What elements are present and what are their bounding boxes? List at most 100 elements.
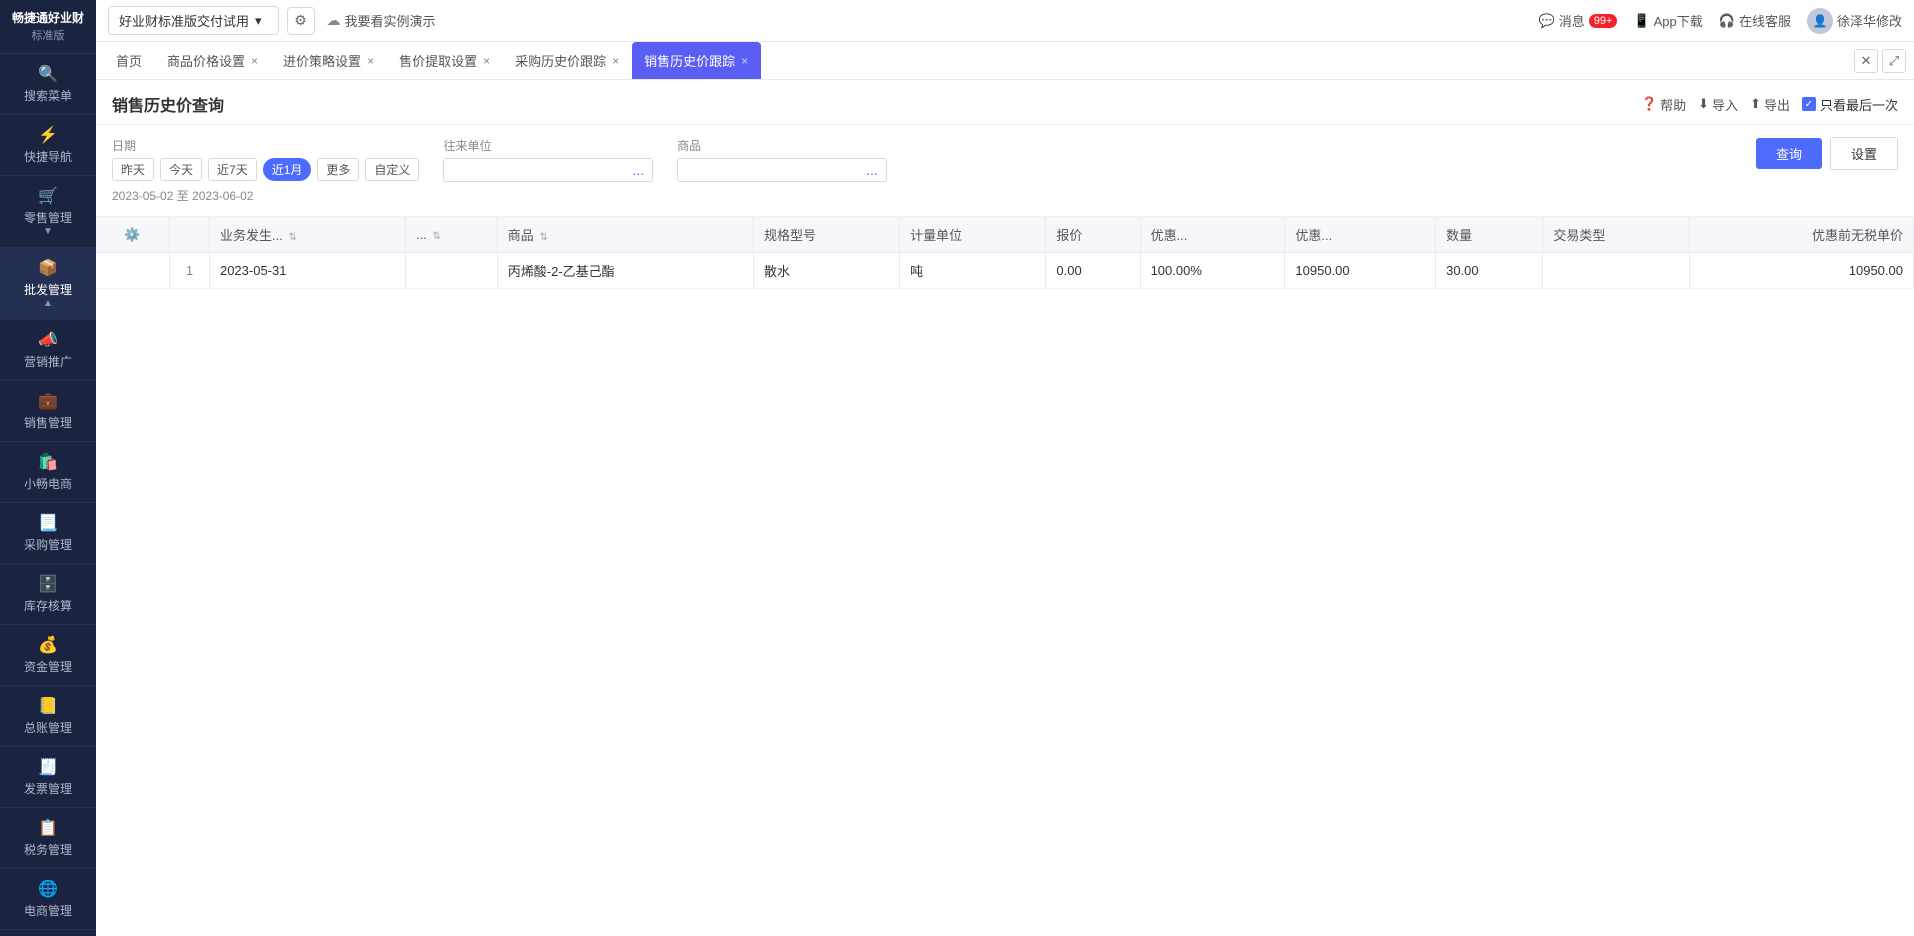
col-gear[interactable]: ⚙️ — [96, 217, 169, 253]
date-btn-custom[interactable]: 自定义 — [365, 158, 419, 181]
version-selector[interactable]: 好业财标准版交付试用 ▾ — [108, 6, 279, 35]
demo-btn[interactable]: ☁ 我要看实例演示 — [327, 11, 436, 30]
tab-maximize-btn[interactable]: ⤢ — [1882, 49, 1906, 73]
col-pretax-price-label: 优惠前无税单价 — [1812, 228, 1903, 243]
export-label: 导出 — [1764, 95, 1790, 114]
tab-close-btn[interactable]: ✕ — [1854, 49, 1878, 73]
messages-icon: 💬 — [1539, 13, 1555, 29]
tab-sale-extract[interactable]: 售价提取设置 × — [387, 42, 503, 80]
topbar-right: 💬 消息 99+ 📱 App下载 🎧 在线客服 👤 徐泽华修改 — [1539, 8, 1902, 34]
sidebar-item-invoice[interactable]: 🧾 发票管理 — [0, 747, 96, 808]
gear-icon: ⚙ — [294, 12, 307, 29]
help-icon: ❓ — [1641, 96, 1657, 112]
main-area: 好业财标准版交付试用 ▾ ⚙ ☁ 我要看实例演示 💬 消息 99+ 📱 App下… — [96, 0, 1914, 936]
export-icon: ⬆ — [1750, 96, 1761, 112]
col-quantity-label: 数量 — [1446, 228, 1472, 243]
col-more-label: ... — [416, 227, 427, 242]
customer-dots-btn[interactable]: ... — [632, 162, 644, 178]
customer-input-wrap: ... — [443, 158, 653, 182]
col-product[interactable]: 商品 ⇅ — [497, 217, 753, 253]
date-btn-1month[interactable]: 近1月 — [263, 158, 312, 181]
filter-bar: 日期 昨天 今天 近7天 近1月 更多 自定义 2023-05-02 至 202… — [96, 125, 1914, 217]
version-dropdown-icon: ▾ — [255, 13, 262, 29]
messages-btn[interactable]: 💬 消息 99+ — [1539, 11, 1618, 30]
tab-sales-history[interactable]: 销售历史价跟踪 × — [632, 42, 761, 80]
user-menu-btn[interactable]: 👤 徐泽华修改 — [1807, 8, 1902, 34]
date-filter-label: 日期 — [112, 137, 419, 154]
sidebar-item-wholesale[interactable]: 📦 批发管理 ▲ — [0, 248, 96, 320]
tab-home[interactable]: 首页 — [104, 42, 155, 80]
date-filter-row: 昨天 今天 近7天 近1月 更多 自定义 — [112, 158, 419, 181]
export-btn[interactable]: ⬆ 导出 — [1750, 95, 1790, 114]
tab-product-price[interactable]: 商品价格设置 × — [155, 42, 271, 80]
settings-btn[interactable]: 设置 — [1830, 137, 1898, 170]
import-btn[interactable]: ⬇ 导入 — [1698, 95, 1738, 114]
cell-biz-date-0: 2023-05-31 — [209, 253, 405, 289]
page-actions: ❓ 帮助 ⬇ 导入 ⬆ 导出 只看最后一次 — [1641, 95, 1898, 114]
table-header-row: ⚙️ 业务发生... ⇅ ... ⇅ 商品 ⇅ — [96, 217, 1914, 253]
quick-nav-icon: ⚡ — [38, 125, 58, 145]
app-download-icon: 📱 — [1633, 13, 1649, 29]
app-download-label: App下载 — [1654, 11, 1703, 30]
date-btn-more[interactable]: 更多 — [317, 158, 359, 181]
tab-product-price-close[interactable]: × — [251, 54, 258, 68]
product-dots-btn[interactable]: ... — [866, 162, 878, 178]
cell-unit-0: 吨 — [900, 253, 1046, 289]
only-last-checkbox[interactable]: 只看最后一次 — [1802, 95, 1898, 114]
date-btn-today[interactable]: 今天 — [160, 158, 202, 181]
sidebar-item-sales[interactable]: 💼 销售管理 — [0, 381, 96, 442]
col-more-sort: ⇅ — [432, 231, 440, 242]
col-biz-date[interactable]: 业务发生... ⇅ — [209, 217, 405, 253]
tax-icon: 📋 — [38, 818, 58, 838]
marketing-icon: 📣 — [38, 330, 58, 350]
sidebar-item-marketing[interactable]: 📣 营销推广 — [0, 320, 96, 381]
topbar-gear-btn[interactable]: ⚙ — [287, 7, 315, 35]
customer-filter-group: 往来单位 ... — [443, 137, 653, 182]
retail-icon: 🛒 — [38, 186, 58, 206]
online-service-btn[interactable]: 🎧 在线客服 — [1719, 11, 1791, 30]
app-download-btn[interactable]: 📱 App下载 — [1633, 11, 1702, 30]
logo-title: 畅捷通好业财 — [8, 10, 88, 27]
col-product-label: 商品 — [508, 228, 534, 243]
tab-sale-extract-close[interactable]: × — [483, 54, 490, 68]
col-unit: 计量单位 — [900, 217, 1046, 253]
tab-purchase-history-close[interactable]: × — [612, 54, 619, 68]
sidebar-item-tax[interactable]: 📋 税务管理 — [0, 808, 96, 869]
customer-input[interactable] — [452, 163, 628, 178]
tabbar-controls: ✕ ⤢ — [1854, 49, 1906, 73]
tab-purchase-history[interactable]: 采购历史价跟踪 × — [503, 42, 632, 80]
tab-purchase-strategy[interactable]: 进价策略设置 × — [271, 42, 387, 80]
tab-sales-history-close[interactable]: × — [741, 54, 748, 68]
sidebar-item-ledger[interactable]: 📒 总账管理 — [0, 686, 96, 747]
sidebar-item-capital[interactable]: 💰 资金管理 — [0, 625, 96, 686]
date-btn-yesterday[interactable]: 昨天 — [112, 158, 154, 181]
product-filter-group: 商品 ... — [677, 137, 887, 182]
tab-purchase-strategy-close[interactable]: × — [367, 54, 374, 68]
sidebar-item-ecommerce[interactable]: 🌐 电商管理 — [0, 869, 96, 930]
tab-sale-extract-label: 售价提取设置 — [399, 51, 477, 70]
sidebar-item-fixed-assets[interactable]: 🏭 固定资产 — [0, 930, 96, 936]
cell-spec-0: 散水 — [753, 253, 899, 289]
help-btn[interactable]: ❓ 帮助 — [1641, 95, 1686, 114]
date-range-display: 2023-05-02 至 2023-06-02 — [112, 187, 419, 204]
sidebar: 畅捷通好业财 标准版 🔍 搜索菜单 ⚡ 快捷导航 🛒 零售管理 ▼ 📦 批发管理… — [0, 0, 96, 936]
avatar: 👤 — [1807, 8, 1833, 34]
messages-badge: 99+ — [1589, 14, 1618, 28]
col-more[interactable]: ... ⇅ — [405, 217, 497, 253]
sidebar-item-search-menu[interactable]: 🔍 搜索菜单 — [0, 54, 96, 115]
date-btn-7days[interactable]: 近7天 — [208, 158, 257, 181]
query-btn[interactable]: 查询 — [1756, 138, 1822, 169]
sidebar-item-ecommerce-small[interactable]: 🛍️ 小畅电商 — [0, 442, 96, 503]
table-row: 1 2023-05-31 丙烯酸-2-乙基己酯 散水 吨 0.00 100.00… — [96, 253, 1914, 289]
sidebar-item-retail[interactable]: 🛒 零售管理 ▼ — [0, 176, 96, 248]
help-label: 帮助 — [1660, 95, 1686, 114]
sidebar-item-inventory[interactable]: 🗄️ 库存核算 — [0, 564, 96, 625]
product-input[interactable] — [686, 163, 862, 178]
col-discount2: 优惠... — [1285, 217, 1436, 253]
page-header: 销售历史价查询 ❓ 帮助 ⬇ 导入 ⬆ 导出 只看最后一次 — [96, 80, 1914, 125]
tab-home-label: 首页 — [116, 51, 142, 70]
sidebar-item-quick-nav[interactable]: ⚡ 快捷导航 — [0, 115, 96, 176]
cell-more-0 — [405, 253, 497, 289]
online-service-label: 在线客服 — [1739, 11, 1791, 30]
sidebar-item-purchase[interactable]: 📃 采购管理 — [0, 503, 96, 564]
